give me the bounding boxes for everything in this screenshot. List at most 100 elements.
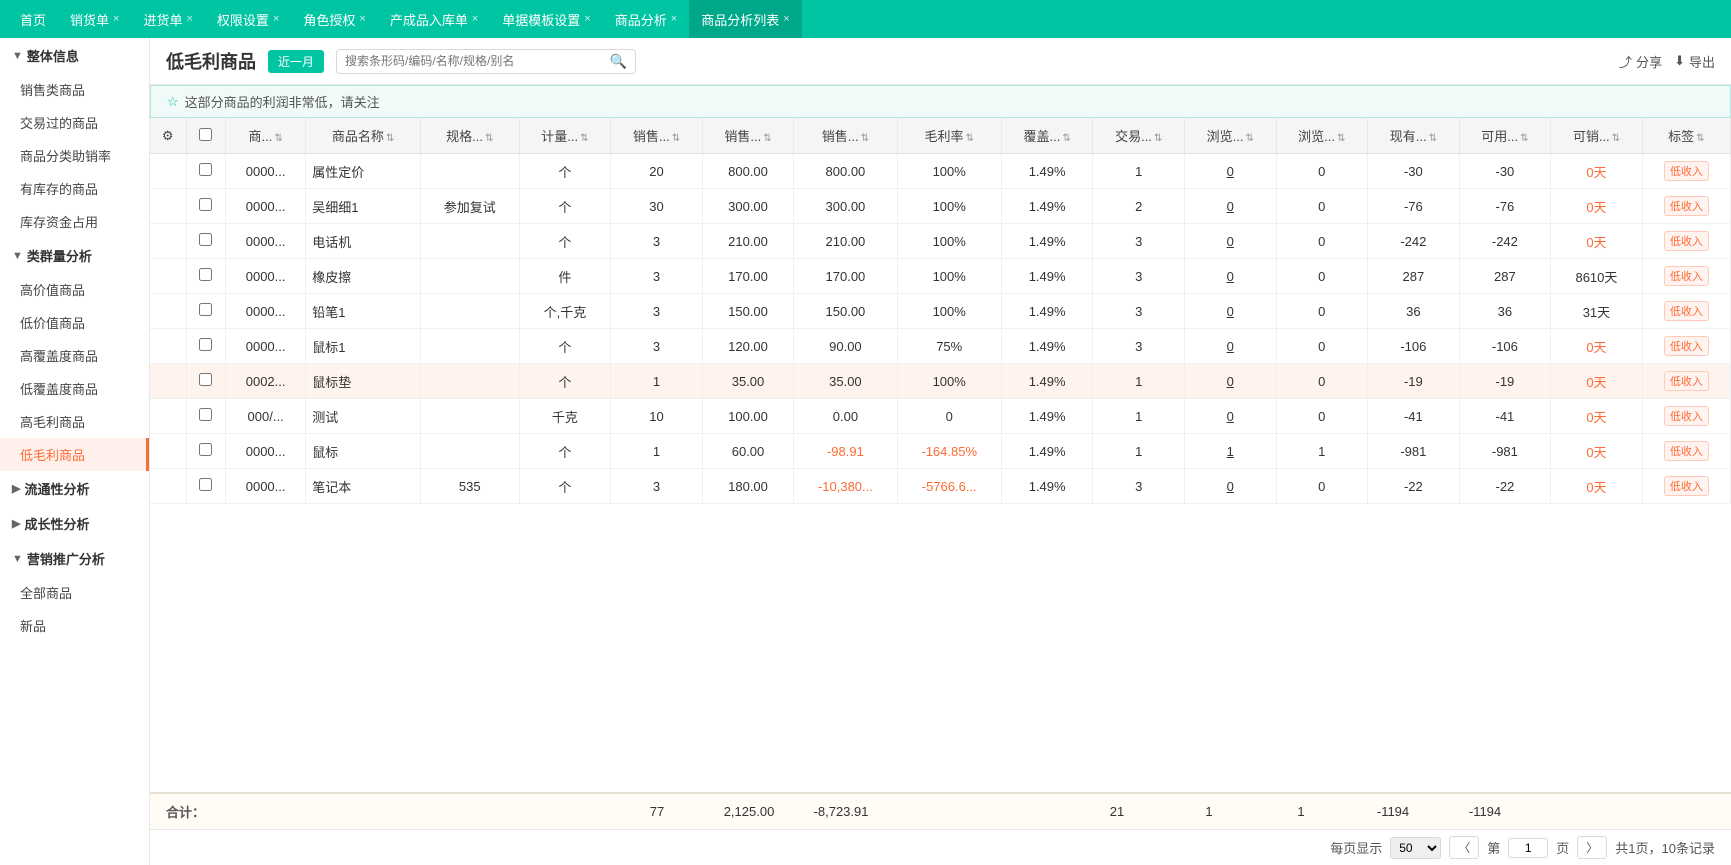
checkbox-cell[interactable] — [186, 294, 226, 329]
checkbox-cell[interactable] — [186, 259, 226, 294]
nav-item-role[interactable]: 角色授权 × — [291, 0, 377, 38]
row-checkbox[interactable] — [199, 198, 212, 211]
nav-item-product-entry[interactable]: 产成品入库单 × — [378, 0, 490, 38]
view1-cell[interactable]: 0 — [1184, 329, 1276, 364]
close-icon-template[interactable]: × — [584, 13, 590, 25]
col-sales-amount[interactable]: 销售...⇅ — [794, 118, 897, 154]
col-view2[interactable]: 浏览...⇅ — [1276, 118, 1368, 154]
checkbox-cell[interactable] — [186, 364, 226, 399]
row-checkbox[interactable] — [199, 338, 212, 351]
checkbox-cell[interactable] — [186, 154, 226, 189]
sidebar-group-growth[interactable]: ▶ 成长性分析 — [0, 506, 149, 541]
row-checkbox[interactable] — [199, 443, 212, 456]
row-checkbox[interactable] — [199, 268, 212, 281]
nav-item-sales[interactable]: 销货单 × — [58, 0, 131, 38]
close-icon-permission[interactable]: × — [273, 13, 279, 25]
view1-cell[interactable]: 0 — [1184, 294, 1276, 329]
next-page-button[interactable]: 〉 — [1577, 836, 1607, 859]
close-icon-purchase[interactable]: × — [186, 13, 192, 25]
checkbox-col-header[interactable] — [186, 118, 226, 154]
close-icon-product-analysis[interactable]: × — [671, 13, 677, 25]
search-icon[interactable]: 🔍 — [610, 53, 627, 70]
col-coverage[interactable]: 覆盖...⇅ — [1001, 118, 1093, 154]
checkbox-cell[interactable] — [186, 189, 226, 224]
col-sales-qty[interactable]: 销售...⇅ — [611, 118, 703, 154]
sidebar-item-low-coverage[interactable]: 低覆盖度商品 — [0, 372, 149, 405]
col-spec[interactable]: 规格...⇅ — [420, 118, 519, 154]
col-code[interactable]: 商...⇅ — [226, 118, 306, 154]
col-saleable[interactable]: 可销...⇅ — [1551, 118, 1643, 154]
row-checkbox[interactable] — [199, 478, 212, 491]
checkbox-cell[interactable] — [186, 399, 226, 434]
view1-cell[interactable]: 0 — [1184, 469, 1276, 504]
name-cell: 吴细细1 — [306, 189, 421, 224]
page-size-select[interactable]: 10 20 50 100 — [1390, 837, 1441, 859]
view1-cell[interactable]: 0 — [1184, 154, 1276, 189]
checkbox-cell[interactable] — [186, 469, 226, 504]
checkbox-cell[interactable] — [186, 434, 226, 469]
row-checkbox[interactable] — [199, 163, 212, 176]
prev-page-button[interactable]: 〈 — [1449, 836, 1479, 859]
view1-cell[interactable]: 0 — [1184, 224, 1276, 259]
view1-cell[interactable]: 0 — [1184, 189, 1276, 224]
col-current[interactable]: 现有...⇅ — [1368, 118, 1460, 154]
nav-item-product-analysis[interactable]: 商品分析 × — [603, 0, 689, 38]
sidebar-item-in-stock[interactable]: 有库存的商品 — [0, 172, 149, 205]
sales-qty-cell: 20 — [611, 154, 703, 189]
sidebar-item-low-margin[interactable]: 低毛利商品 — [0, 438, 149, 471]
col-gross-margin[interactable]: 毛利率⇅ — [897, 118, 1001, 154]
search-input[interactable] — [345, 54, 604, 68]
sidebar-item-high-value[interactable]: 高价值商品 — [0, 273, 149, 306]
sidebar-group-overall[interactable]: ▼ 整体信息 — [0, 38, 149, 73]
sidebar-item-high-margin[interactable]: 高毛利商品 — [0, 405, 149, 438]
sidebar-group-flow[interactable]: ▶ 流通性分析 — [0, 471, 149, 506]
sidebar-group-marketing[interactable]: ▼ 营销推广分析 — [0, 541, 149, 576]
sidebar-item-capital[interactable]: 库存资金占用 — [0, 205, 149, 238]
checkbox-cell[interactable] — [186, 329, 226, 364]
nav-item-home[interactable]: 首页 — [8, 0, 58, 38]
sidebar-item-all-goods[interactable]: 全部商品 — [0, 576, 149, 609]
view1-cell[interactable]: 0 — [1184, 259, 1276, 294]
col-view1[interactable]: 浏览...⇅ — [1184, 118, 1276, 154]
page-input[interactable] — [1508, 838, 1548, 858]
settings-col-header[interactable]: ⚙ — [150, 118, 186, 154]
sidebar-group-cluster[interactable]: ▼ 类群量分析 — [0, 238, 149, 273]
view1-cell[interactable]: 0 — [1184, 364, 1276, 399]
nav-item-permission[interactable]: 权限设置 × — [205, 0, 291, 38]
sales-amount-cell: -98.91 — [794, 434, 897, 469]
view1-cell[interactable]: 1 — [1184, 434, 1276, 469]
checkbox-cell[interactable] — [186, 224, 226, 259]
col-tag[interactable]: 标签⇅ — [1642, 118, 1730, 154]
search-box: 🔍 — [336, 49, 636, 74]
close-icon-analysis-list[interactable]: × — [783, 13, 789, 25]
gross-margin-cell: 100% — [897, 154, 1001, 189]
nav-item-analysis-list[interactable]: 商品分析列表 × — [689, 0, 801, 38]
share-button[interactable]: ⤴ 分享 — [1619, 52, 1662, 71]
sidebar-item-high-coverage[interactable]: 高覆盖度商品 — [0, 339, 149, 372]
nav-item-purchase[interactable]: 进货单 × — [131, 0, 204, 38]
col-transaction[interactable]: 交易...⇅ — [1093, 118, 1185, 154]
export-button[interactable]: ⬇ 导出 — [1674, 52, 1715, 71]
col-available[interactable]: 可用...⇅ — [1459, 118, 1551, 154]
col-sales-price[interactable]: 销售...⇅ — [702, 118, 794, 154]
sidebar-item-traded-goods[interactable]: 交易过的商品 — [0, 106, 149, 139]
row-checkbox[interactable] — [199, 373, 212, 386]
select-all-checkbox[interactable] — [199, 128, 212, 141]
sidebar-item-new-goods[interactable]: 新品 — [0, 609, 149, 642]
col-unit[interactable]: 计量...⇅ — [519, 118, 611, 154]
row-checkbox[interactable] — [199, 408, 212, 421]
nav-item-template[interactable]: 单据模板设置 × — [490, 0, 602, 38]
close-icon-sales[interactable]: × — [113, 13, 119, 25]
sidebar-item-low-value[interactable]: 低价值商品 — [0, 306, 149, 339]
tag-cell: 低收入 — [1642, 294, 1730, 329]
filter-month-button[interactable]: 近一月 — [268, 50, 324, 73]
close-icon-role[interactable]: × — [359, 13, 365, 25]
col-name[interactable]: 商品名称⇅ — [306, 118, 421, 154]
sidebar-item-category-rate[interactable]: 商品分类助销率 — [0, 139, 149, 172]
sidebar-item-sales-goods[interactable]: 销售类商品 — [0, 73, 149, 106]
view1-cell[interactable]: 0 — [1184, 399, 1276, 434]
row-checkbox[interactable] — [199, 233, 212, 246]
unit-cell: 个 — [519, 364, 611, 399]
close-icon-product-entry[interactable]: × — [472, 13, 478, 25]
row-checkbox[interactable] — [199, 303, 212, 316]
